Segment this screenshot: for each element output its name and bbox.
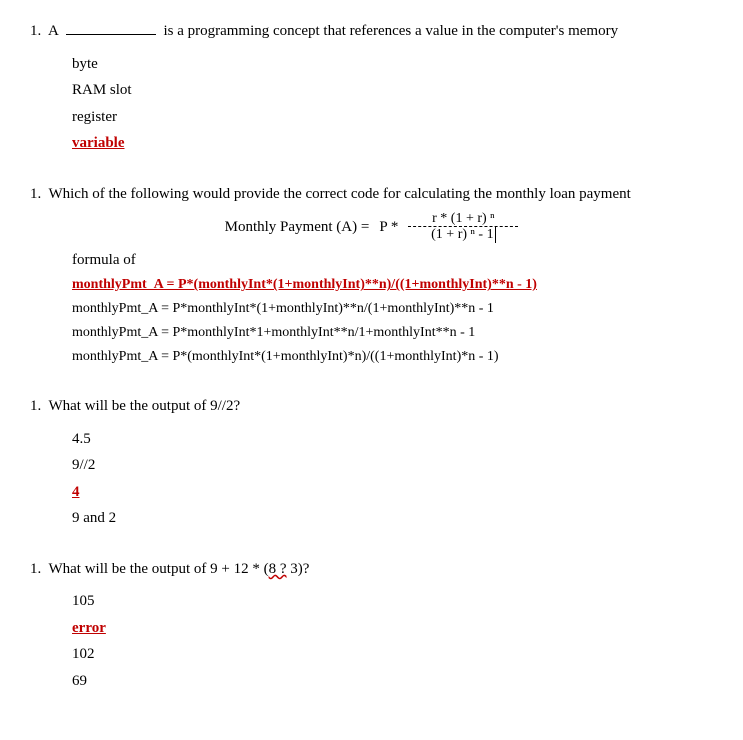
q1-number: 1. (30, 23, 41, 39)
q3-opt-d: 9 and 2 (72, 507, 713, 530)
q2-opt-c: monthlyPmt_A = P*monthlyInt*1+monthlyInt… (72, 322, 713, 343)
q1-opt-c: register (72, 106, 713, 129)
q3-options: 4.5 9//2 4 9 and 2 (72, 428, 713, 530)
q2-number: 1. (30, 186, 41, 202)
q2-stem: 1. Which of the following would provide … (30, 183, 713, 206)
q1-opt-d-answer: variable (72, 132, 713, 155)
question-3: 1. What will be the output of 9//2? 4.5 … (30, 395, 713, 530)
q1-opt-a: byte (72, 53, 713, 76)
q4-number: 1. (30, 561, 41, 577)
q3-opt-a: 4.5 (72, 428, 713, 451)
q4-suffix: 3)? (287, 561, 310, 577)
formula-label: Monthly Payment (A) = (225, 216, 370, 239)
q4-opt-c: 102 (72, 643, 713, 666)
q1-options: byte RAM slot register variable (72, 53, 713, 155)
q4-opt-a: 105 (72, 590, 713, 613)
q4-opt-d: 69 (72, 670, 713, 693)
q3-number: 1. (30, 398, 41, 414)
q2-text: Which of the following would provide the… (48, 186, 630, 202)
q2-opt-a-answer: monthlyPmt_A = P*(monthlyInt*(1+monthlyI… (72, 274, 713, 295)
q3-opt-b: 9//2 (72, 454, 713, 477)
question-2: 1. Which of the following would provide … (30, 183, 713, 368)
q2-formula: Monthly Payment (A) = P * r * (1 + r) ⁿ … (30, 211, 713, 243)
q1-prefix: A (48, 23, 58, 39)
q2-opt-b: monthlyPmt_A = P*monthlyInt*(1+monthlyIn… (72, 298, 713, 319)
q3-stem: 1. What will be the output of 9//2? (30, 395, 713, 418)
question-4: 1. What will be the output of 9 + 12 * (… (30, 558, 713, 693)
q2-sub: formula of (72, 249, 713, 272)
q1-stem: 1. A is a programming concept that refer… (30, 20, 713, 43)
formula-denominator: (1 + r) ⁿ - 1 (427, 227, 499, 242)
formula-fraction: r * (1 + r) ⁿ (1 + r) ⁿ - 1 (408, 211, 518, 243)
q2-opt-d: monthlyPmt_A = P*(monthlyInt*(1+monthlyI… (72, 346, 713, 367)
q1-suffix: is a programming concept that references… (163, 23, 618, 39)
q3-opt-c-answer: 4 (72, 481, 713, 504)
q4-stem: 1. What will be the output of 9 + 12 * (… (30, 558, 713, 581)
formula-numerator: r * (1 + r) ⁿ (428, 211, 498, 226)
q4-wavy: 8 ? (269, 561, 287, 577)
formula-p: P * (379, 216, 398, 239)
q3-text: What will be the output of 9//2? (48, 398, 240, 414)
q4-options: 105 error 102 69 (72, 590, 713, 692)
blank-line (66, 21, 156, 36)
question-1: 1. A is a programming concept that refer… (30, 20, 713, 155)
q1-opt-b: RAM slot (72, 79, 713, 102)
q4-opt-b-answer: error (72, 617, 713, 640)
q4-prefix: What will be the output of 9 + 12 * ( (48, 561, 268, 577)
text-cursor (495, 227, 496, 242)
